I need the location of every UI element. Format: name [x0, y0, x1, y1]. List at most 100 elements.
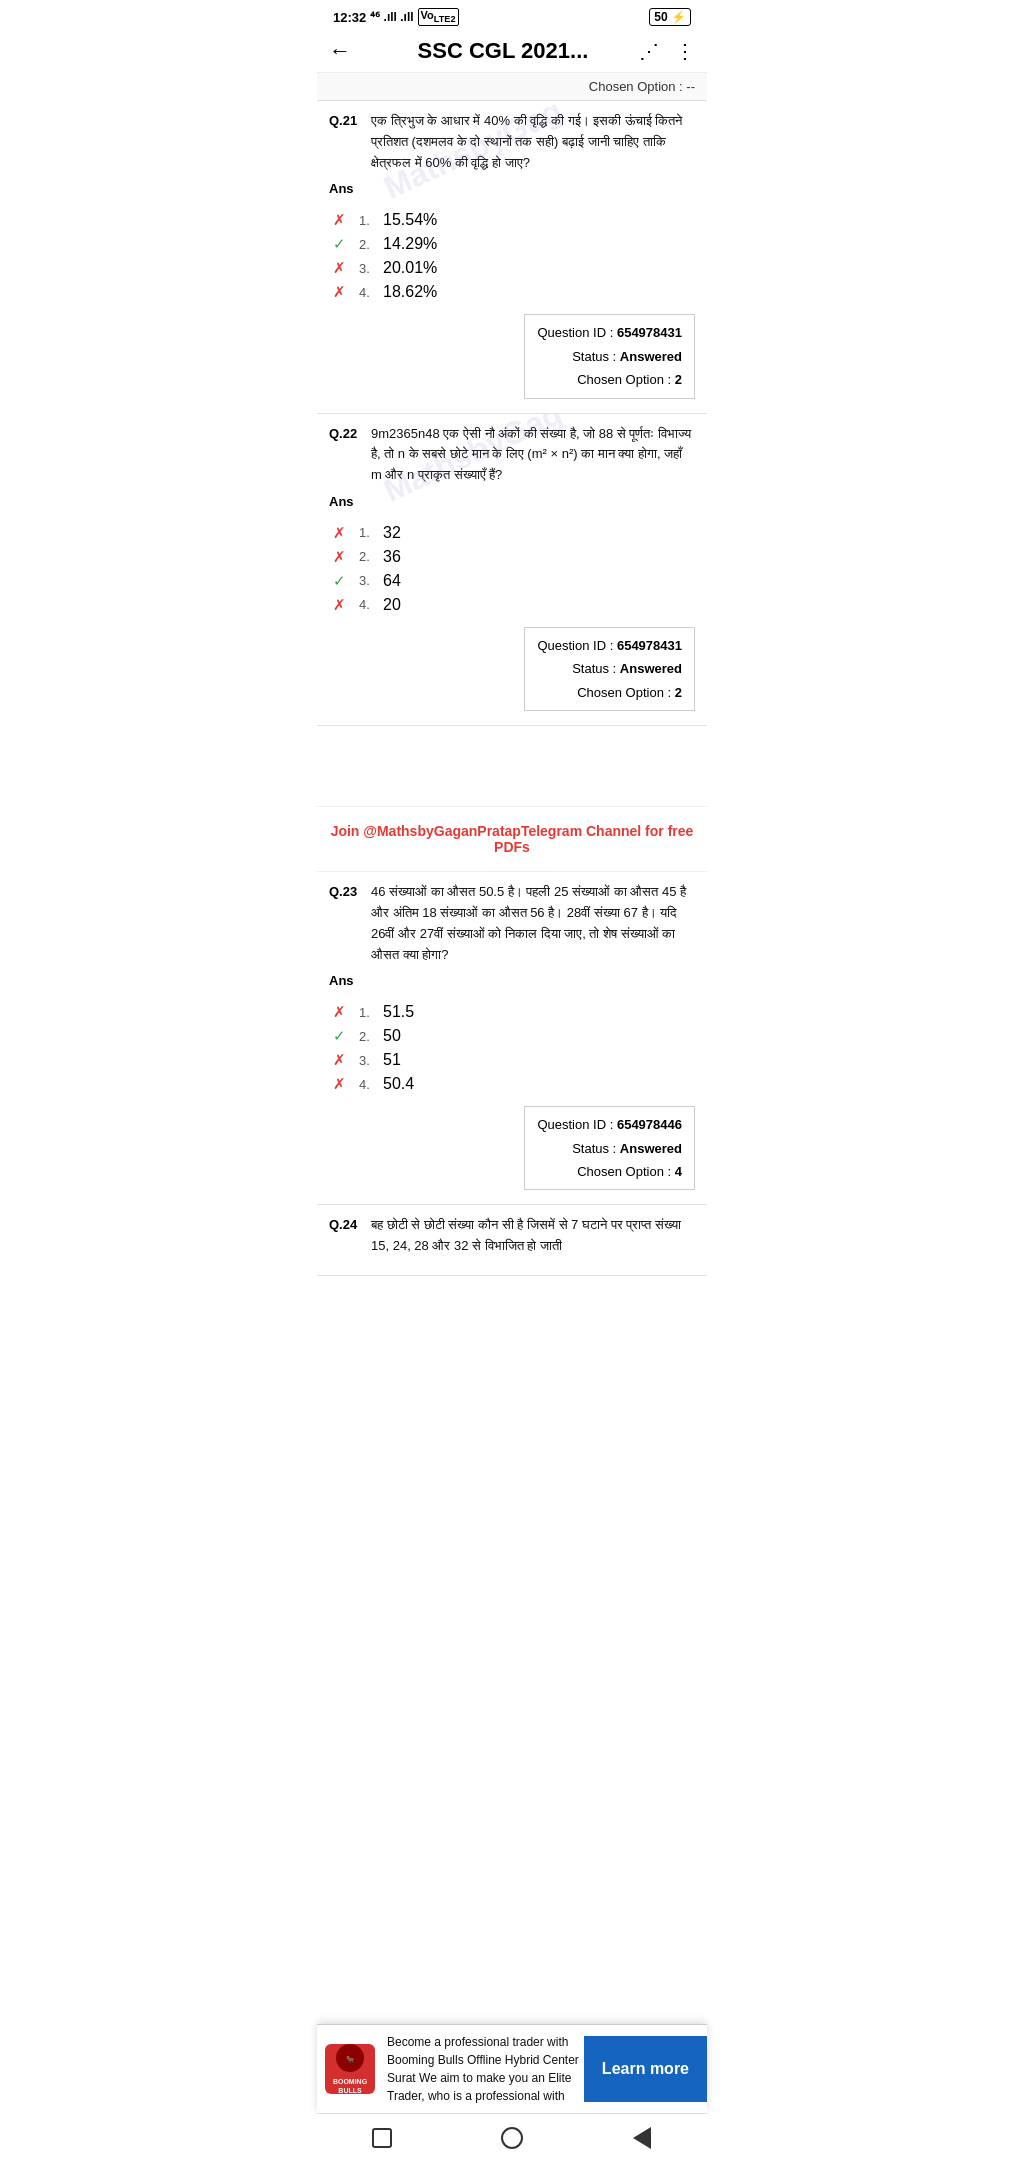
telegram-promo: Join @MathsbyGaganPratapTelegram Channel…	[317, 806, 707, 872]
q23-question-id: Question ID : 654978446	[537, 1113, 682, 1136]
option-q21-1: ✗ 1. 15.54%	[333, 208, 695, 232]
option-text: 20.01%	[383, 259, 437, 277]
option-text: 18.62%	[383, 283, 437, 301]
option-num: 4.	[359, 285, 375, 300]
option-text: 36	[383, 548, 401, 566]
option-q22-2: ✗ 2. 36	[333, 545, 695, 569]
signal-icons: ⁴⁶ .ıll .ıll	[370, 10, 413, 24]
status-bar: 12:32 ⁴⁶ .ıll .ıll VoLTE2 50 ⚡	[317, 0, 707, 30]
wrong-icon: ✗	[333, 596, 351, 614]
spacer-block-2	[317, 766, 707, 806]
q24-text: बह छोटी से छोटी संख्या कौन सी है जिसमें …	[371, 1215, 695, 1257]
wrong-icon: ✗	[333, 283, 351, 301]
q23-text: 46 संख्याओं का औसत 50.5 है। पहली 25 संख्…	[371, 882, 695, 965]
status-right: 50 ⚡	[649, 8, 691, 26]
time: 12:32	[333, 10, 366, 25]
option-text: 20	[383, 596, 401, 614]
q22-text: 9m2365n48 एक ऐसी नौ अंकों की संख्या है, …	[371, 424, 695, 486]
menu-icon[interactable]: ⋮	[675, 39, 695, 63]
q21-text: एक त्रिभुज के आधार में 40% की वृद्धि की …	[371, 111, 695, 173]
ans-label-q23: Ans	[329, 973, 354, 988]
q21-status: Status : Answered	[537, 345, 682, 368]
correct-icon: ✓	[333, 572, 351, 590]
question-block-q24: Q.24 बह छोटी से छोटी संख्या कौन सी है जि…	[317, 1205, 707, 1276]
option-text: 50	[383, 1027, 401, 1045]
battery-indicator: 50 ⚡	[649, 8, 691, 26]
q21-question-id: Question ID : 654978431	[537, 321, 682, 344]
wrong-icon: ✗	[333, 1003, 351, 1021]
content-area: Chosen Option : -- MathsbyGag Q.21 एक त्…	[317, 73, 707, 1406]
q23-number: Q.23	[329, 882, 365, 965]
q23-info-box: Question ID : 654978446 Status : Answere…	[524, 1106, 695, 1190]
options-q21: ✗ 1. 15.54% ✓ 2. 14.29% ✗ 3. 20.01% ✗ 4.…	[329, 208, 695, 304]
question-header-q24: Q.24 बह छोटी से छोटी संख्या कौन सी है जि…	[329, 1215, 695, 1257]
top-icons: ⋰ ⋮	[639, 39, 695, 63]
option-text: 15.54%	[383, 211, 437, 229]
option-num: 1.	[359, 1005, 375, 1020]
page-title: SSC CGL 2021...	[367, 38, 639, 64]
option-q21-3: ✗ 3. 20.01%	[333, 256, 695, 280]
back-button[interactable]: ←	[329, 38, 351, 64]
option-q23-1: ✗ 1. 51.5	[333, 1000, 695, 1024]
q22-info-box: Question ID : 654978431 Status : Answere…	[524, 627, 695, 711]
option-num: 1.	[359, 525, 375, 540]
question-header-q23: Q.23 46 संख्याओं का औसत 50.5 है। पहली 25…	[329, 882, 695, 965]
ans-label-q22: Ans	[329, 494, 354, 509]
question-block-q22: MathsbyGag Q.22 9m2365n48 एक ऐसी नौ अंको…	[317, 414, 707, 727]
options-q23: ✗ 1. 51.5 ✓ 2. 50 ✗ 3. 51 ✗ 4. 50.4	[329, 1000, 695, 1096]
wrong-icon: ✗	[333, 211, 351, 229]
q22-question-id: Question ID : 654978431	[537, 634, 682, 657]
option-q22-4: ✗ 4. 20	[333, 593, 695, 617]
wrong-icon: ✗	[333, 524, 351, 542]
wrong-icon: ✗	[333, 1051, 351, 1069]
option-q21-2: ✓ 2. 14.29%	[333, 232, 695, 256]
spacer-block	[317, 726, 707, 766]
option-num: 2.	[359, 1029, 375, 1044]
q22-number: Q.22	[329, 424, 365, 486]
option-num: 3.	[359, 261, 375, 276]
option-q21-4: ✗ 4. 18.62%	[333, 280, 695, 304]
option-text: 50.4	[383, 1075, 414, 1093]
bottom-padding	[317, 1276, 707, 1406]
share-icon[interactable]: ⋰	[639, 39, 659, 63]
option-num: 4.	[359, 597, 375, 612]
option-text: 32	[383, 524, 401, 542]
question-block-q21: MathsbyGag Q.21 एक त्रिभुज के आधार में 4…	[317, 101, 707, 414]
option-text: 51	[383, 1051, 401, 1069]
q24-number: Q.24	[329, 1215, 365, 1257]
correct-icon: ✓	[333, 235, 351, 253]
wrong-icon: ✗	[333, 1075, 351, 1093]
q23-chosen-option: Chosen Option : 4	[537, 1160, 682, 1183]
wrong-icon: ✗	[333, 548, 351, 566]
q21-chosen-option: Chosen Option : 2	[537, 368, 682, 391]
q21-info-box: Question ID : 654978431 Status : Answere…	[524, 314, 695, 398]
option-q23-2: ✓ 2. 50	[333, 1024, 695, 1048]
status-left: 12:32 ⁴⁶ .ıll .ıll VoLTE2	[333, 8, 459, 25]
option-num: 4.	[359, 1077, 375, 1092]
option-num: 2.	[359, 237, 375, 252]
q21-number: Q.21	[329, 111, 365, 173]
option-num: 1.	[359, 213, 375, 228]
option-q23-3: ✗ 3. 51	[333, 1048, 695, 1072]
option-q23-4: ✗ 4. 50.4	[333, 1072, 695, 1096]
option-num: 2.	[359, 549, 375, 564]
question-header-q21: Q.21 एक त्रिभुज के आधार में 40% की वृद्ध…	[329, 111, 695, 173]
option-text: 14.29%	[383, 235, 437, 253]
options-q22: ✗ 1. 32 ✗ 2. 36 ✓ 3. 64 ✗ 4. 20	[329, 521, 695, 617]
question-header-q22: Q.22 9m2365n48 एक ऐसी नौ अंकों की संख्या…	[329, 424, 695, 486]
option-q22-3: ✓ 3. 64	[333, 569, 695, 593]
option-num: 3.	[359, 1053, 375, 1068]
lte-label: VoLTE2	[418, 8, 459, 25]
option-text: 64	[383, 572, 401, 590]
question-block-q23: Q.23 46 संख्याओं का औसत 50.5 है। पहली 25…	[317, 872, 707, 1205]
chosen-bar-partial: Chosen Option : --	[317, 73, 707, 101]
wrong-icon: ✗	[333, 259, 351, 277]
q22-chosen-option: Chosen Option : 2	[537, 681, 682, 704]
top-bar: ← SSC CGL 2021... ⋰ ⋮	[317, 30, 707, 73]
correct-icon: ✓	[333, 1027, 351, 1045]
option-text: 51.5	[383, 1003, 414, 1021]
q23-status: Status : Answered	[537, 1137, 682, 1160]
option-q22-1: ✗ 1. 32	[333, 521, 695, 545]
ans-label-q21: Ans	[329, 181, 354, 196]
q22-status: Status : Answered	[537, 657, 682, 680]
